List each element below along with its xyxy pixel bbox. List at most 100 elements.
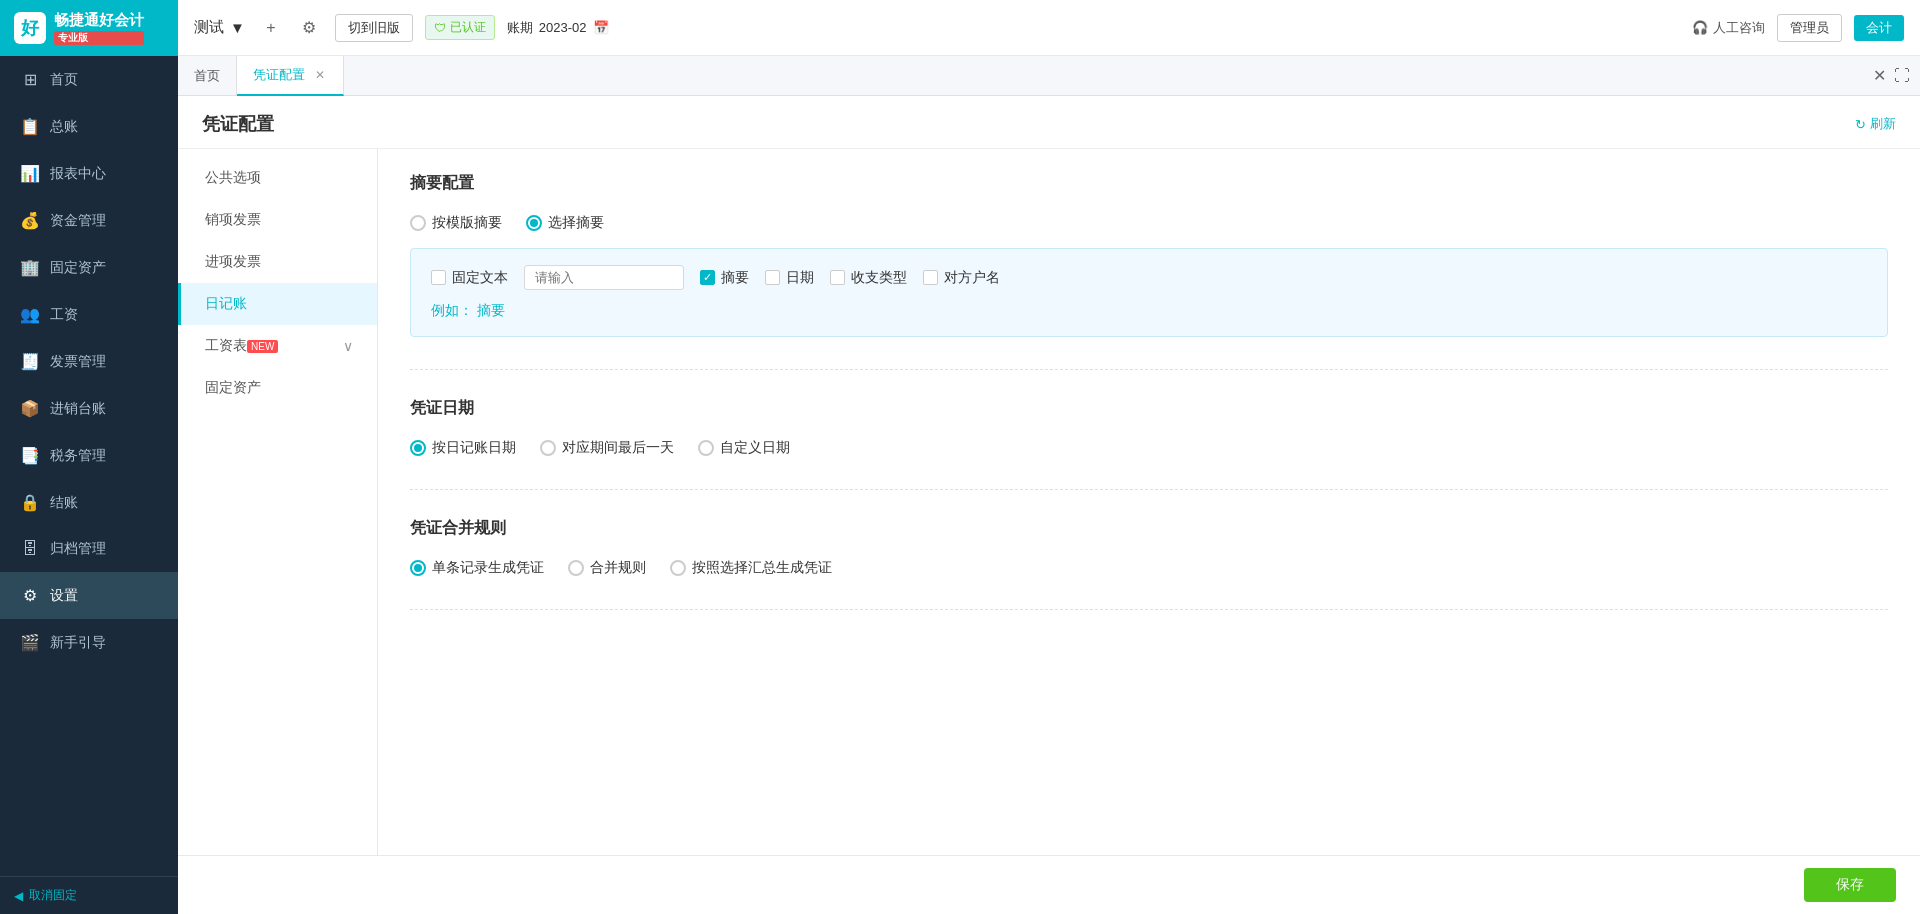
divider-2 (410, 489, 1888, 490)
nav-item-payroll[interactable]: 工资表 NEW ∨ (178, 325, 377, 367)
page-content: 凭证配置 ↻ 刷新 公共选项 销项发票 进项发票 日记账 工资表 NEW (178, 96, 1920, 914)
nav-item-sales[interactable]: 销项发票 (178, 199, 377, 241)
page-body: 公共选项 销项发票 进项发票 日记账 工资表 NEW ∨ 固定资产 摘要配置 (178, 149, 1920, 855)
sidebar-item-trade[interactable]: 📦 进销台账 (0, 385, 178, 432)
tax-icon: 📑 (20, 446, 40, 465)
checkbox-date[interactable]: 日期 (765, 269, 814, 287)
sidebar-item-archive[interactable]: 🗄 归档管理 (0, 526, 178, 572)
nav-item-public[interactable]: 公共选项 (178, 157, 377, 199)
radio-single[interactable]: 单条记录生成凭证 (410, 559, 544, 577)
sidebar-item-capital[interactable]: 💰 资金管理 (0, 197, 178, 244)
radio-period-last-label: 对应期间最后一天 (562, 439, 674, 457)
tab-home[interactable]: 首页 (178, 56, 237, 96)
period-info: 账期 2023-02 📅 (507, 19, 609, 37)
radio-select-merge[interactable]: 按照选择汇总生成凭证 (670, 559, 832, 577)
sidebar-item-report[interactable]: 📊 报表中心 (0, 150, 178, 197)
sidebar-item-guide[interactable]: 🎬 新手引导 (0, 619, 178, 666)
radio-period-last[interactable]: 对应期间最后一天 (540, 439, 674, 457)
sidebar-item-settings[interactable]: ⚙ 设置 (0, 572, 178, 619)
company-selector[interactable]: 测试 ▼ (194, 18, 245, 37)
radio-journal-date-label: 按日记账日期 (432, 439, 516, 457)
abstract-options-row: 固定文本 摘要 日期 (431, 265, 1867, 290)
sidebar-logo: 好 畅捷通好会计 专业版 (0, 0, 178, 56)
trade-icon: 📦 (20, 399, 40, 418)
consult-button[interactable]: 🎧 人工咨询 (1692, 19, 1765, 37)
sidebar-item-salary[interactable]: 👥 工资 (0, 291, 178, 338)
role-button[interactable]: 会计 (1854, 15, 1904, 41)
radio-select-merge-circle (670, 560, 686, 576)
radio-template[interactable]: 按模版摘要 (410, 214, 502, 232)
tab-close-icon[interactable]: ✕ (313, 66, 327, 84)
cancel-fixed-button[interactable]: ◀ 取消固定 (0, 876, 178, 914)
merge-section-title: 凭证合并规则 (410, 518, 1888, 539)
headset-icon: 🎧 (1692, 20, 1708, 35)
tab-voucher-config[interactable]: 凭证配置 ✕ (237, 56, 344, 96)
close-accounts-icon: 🔒 (20, 493, 40, 512)
checkbox-abstract[interactable]: 摘要 (700, 269, 749, 287)
sidebar-label-tax: 税务管理 (50, 447, 106, 465)
topbar-right: 🎧 人工咨询 管理员 会计 (1692, 14, 1904, 42)
sidebar-item-invoice[interactable]: 🧾 发票管理 (0, 338, 178, 385)
settings-button[interactable]: ⚙ (295, 14, 323, 42)
radio-merge-label: 合并规则 (590, 559, 646, 577)
radio-custom-date[interactable]: 自定义日期 (698, 439, 790, 457)
archive-icon: 🗄 (20, 540, 40, 558)
save-button[interactable]: 保存 (1804, 868, 1896, 902)
checkbox-fixed-text[interactable]: 固定文本 (431, 269, 508, 287)
radio-journal-date-circle (410, 440, 426, 456)
radio-single-label: 单条记录生成凭证 (432, 559, 544, 577)
date-checkbox (765, 270, 780, 285)
date-radio-group: 按日记账日期 对应期间最后一天 自定义日期 (410, 439, 1888, 457)
settings-icon: ⚙ (20, 586, 40, 605)
sidebar-item-asset[interactable]: 🏢 固定资产 (0, 244, 178, 291)
page-title: 凭证配置 (202, 112, 274, 136)
cancel-fixed-label: 取消固定 (29, 887, 77, 904)
divider-1 (410, 369, 1888, 370)
abstract-section: 摘要配置 按模版摘要 选择摘要 (410, 173, 1888, 337)
certified-badge: 🛡 已认证 (425, 15, 495, 40)
fixed-text-input[interactable] (524, 265, 684, 290)
calendar-icon[interactable]: 📅 (593, 20, 609, 35)
sidebar: 好 畅捷通好会计 专业版 ⊞ 首页 📋 总账 📊 报表中心 💰 资金管理 🏢 固… (0, 0, 178, 914)
manager-button[interactable]: 管理员 (1777, 14, 1842, 42)
sidebar-item-close[interactable]: 🔒 结账 (0, 479, 178, 526)
close-tab-button[interactable]: ✕ (1873, 66, 1886, 85)
radio-select-label: 选择摘要 (548, 214, 604, 232)
refresh-button[interactable]: ↻ 刷新 (1855, 115, 1896, 133)
radio-journal-date[interactable]: 按日记账日期 (410, 439, 516, 457)
chevron-icon: ∨ (343, 338, 353, 354)
tab-home-label: 首页 (194, 67, 220, 85)
sidebar-item-home[interactable]: ⊞ 首页 (0, 56, 178, 103)
example-value: 摘要 (477, 302, 505, 318)
nav-item-fixed-asset[interactable]: 固定资产 (178, 367, 377, 409)
sidebar-item-ledger[interactable]: 📋 总账 (0, 103, 178, 150)
merge-radio-group: 单条记录生成凭证 合并规则 按照选择汇总生成凭证 (410, 559, 1888, 577)
date-section: 凭证日期 按日记账日期 对应期间最后一天 (410, 398, 1888, 457)
sidebar-label-settings: 设置 (50, 587, 78, 605)
abstract-label: 摘要 (721, 269, 749, 287)
nav-item-purchase[interactable]: 进项发票 (178, 241, 377, 283)
radio-merge[interactable]: 合并规则 (568, 559, 646, 577)
radio-select-circle (526, 215, 542, 231)
nav-item-journal[interactable]: 日记账 (178, 283, 377, 325)
checkbox-income-type[interactable]: 收支类型 (830, 269, 907, 287)
left-nav: 公共选项 销项发票 进项发票 日记账 工资表 NEW ∨ 固定资产 (178, 149, 378, 855)
sidebar-item-tax[interactable]: 📑 税务管理 (0, 432, 178, 479)
fullscreen-button[interactable]: ⛶ (1894, 67, 1910, 85)
logo-text: 畅捷通好会计 专业版 (54, 11, 144, 45)
add-company-button[interactable]: + (257, 14, 285, 42)
sidebar-label-invoice: 发票管理 (50, 353, 106, 371)
checkbox-counterpart[interactable]: 对方户名 (923, 269, 1000, 287)
topbar: 测试 ▼ + ⚙ 切到旧版 🛡 已认证 账期 2023-02 📅 🎧 人工咨询 … (178, 0, 1920, 56)
date-label: 日期 (786, 269, 814, 287)
sidebar-label-salary: 工资 (50, 306, 78, 324)
home-icon: ⊞ (20, 70, 40, 89)
radio-template-circle (410, 215, 426, 231)
income-type-label: 收支类型 (851, 269, 907, 287)
invoice-icon: 🧾 (20, 352, 40, 371)
switch-old-version-button[interactable]: 切到旧版 (335, 14, 413, 42)
tabbar-right: ✕ ⛶ (1873, 66, 1920, 85)
refresh-icon: ↻ (1855, 117, 1866, 132)
radio-select[interactable]: 选择摘要 (526, 214, 604, 232)
merge-section: 凭证合并规则 单条记录生成凭证 合并规则 (410, 518, 1888, 577)
